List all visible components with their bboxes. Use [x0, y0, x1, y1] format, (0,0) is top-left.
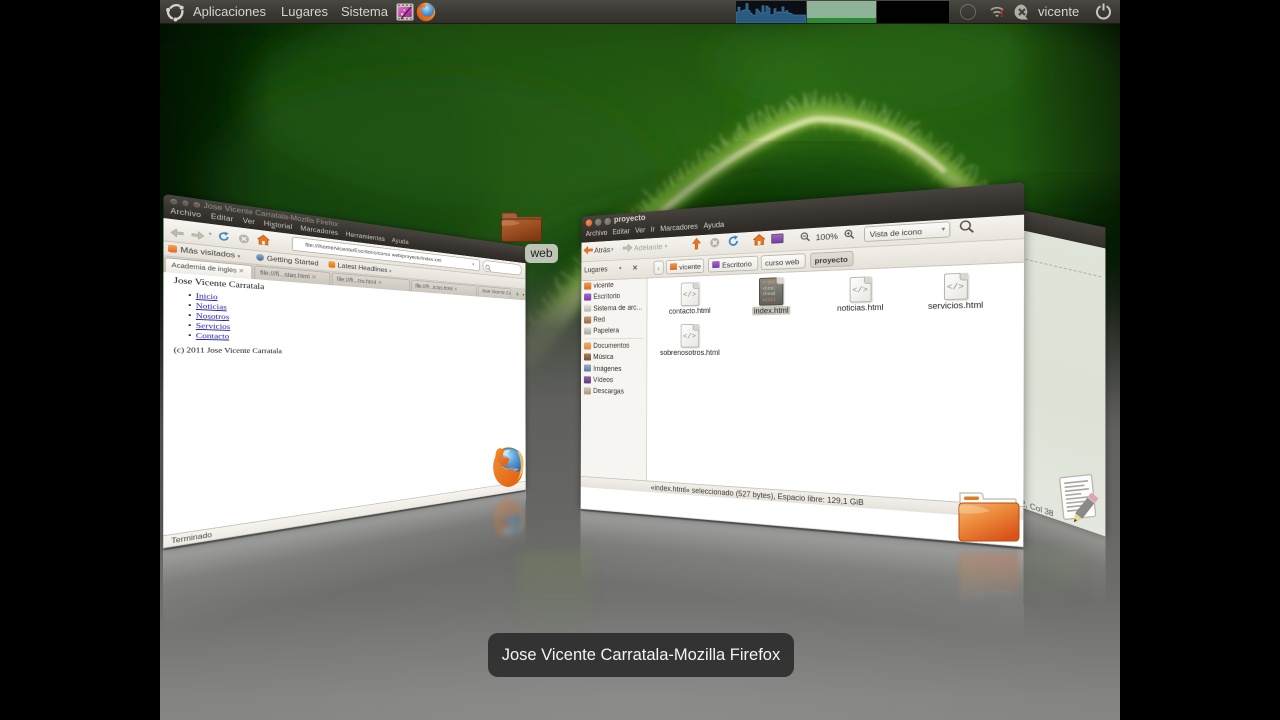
svg-text:!: !	[1000, 8, 1004, 20]
